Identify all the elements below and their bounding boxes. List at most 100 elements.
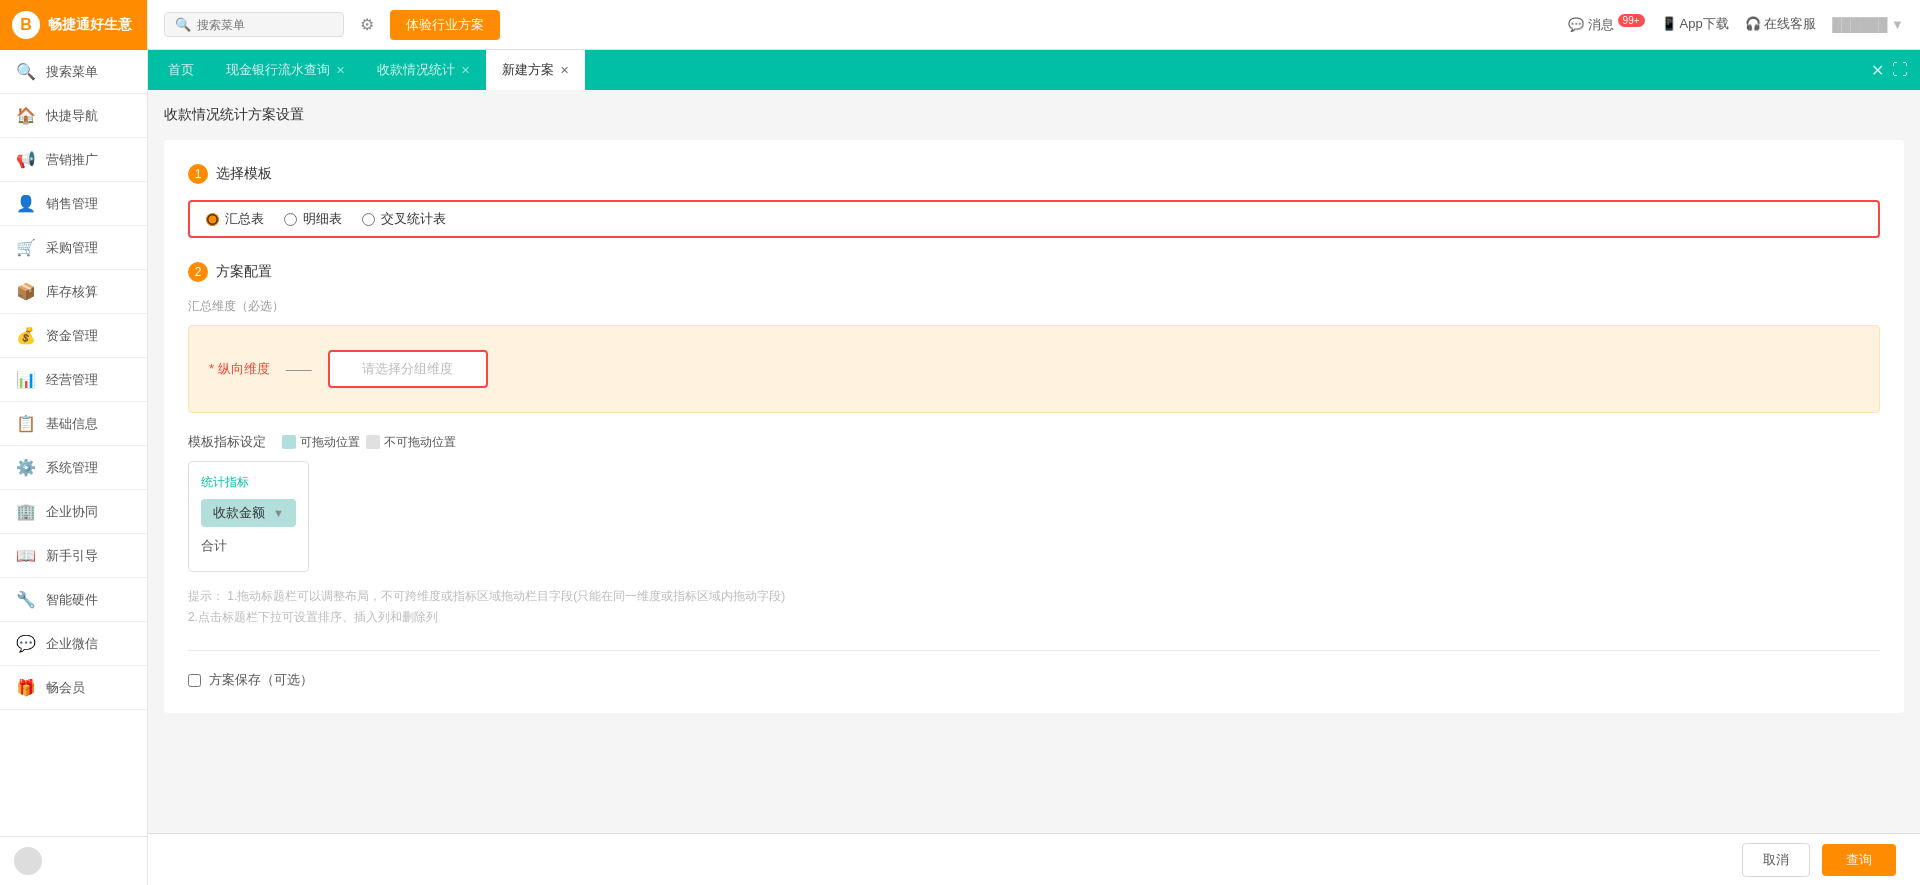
sidebar-item-finance[interactable]: 💰 资金管理 [0, 314, 147, 358]
sidebar-item-system[interactable]: ⚙️ 系统管理 [0, 446, 147, 490]
sidebar-item-label: 系统管理 [46, 459, 98, 477]
tab-close-all-icon[interactable]: ✕ [1871, 61, 1884, 80]
section-divider [188, 650, 1880, 651]
cancel-button[interactable]: 取消 [1742, 843, 1810, 877]
tabbar-controls: ✕ ⛶ [1871, 61, 1916, 80]
tab-home[interactable]: 首页 [152, 50, 210, 90]
sidebar-item-wechat[interactable]: 💬 企业微信 [0, 622, 147, 666]
content-area: 收款情况统计方案设置 1 选择模板 汇总表 [148, 90, 1920, 833]
sidebar-item-basic[interactable]: 📋 基础信息 [0, 402, 147, 446]
search-input[interactable] [197, 18, 317, 32]
radio-cross-input[interactable] [362, 213, 375, 226]
stats-tag-amount[interactable]: 收款金额 ▼ [201, 499, 296, 527]
tab-new-plan-close[interactable]: ✕ [560, 64, 569, 77]
stats-total: 合计 [201, 533, 296, 559]
stats-header: 统计指标 [201, 474, 296, 491]
radio-cross-label: 交叉统计表 [381, 210, 446, 228]
tab-new-plan-label: 新建方案 [502, 61, 554, 79]
tabbar: 首页 现金银行流水查询 ✕ 收款情况统计 ✕ 新建方案 ✕ ✕ ⛶ [148, 50, 1920, 90]
radio-summary-label: 汇总表 [225, 210, 264, 228]
member-icon: 🎁 [16, 678, 36, 697]
sidebar-item-label: 智能硬件 [46, 591, 98, 609]
sidebar-logo: B 畅捷通好生意 [0, 0, 147, 50]
logo-icon: B [12, 11, 40, 39]
finance-icon: 💰 [16, 326, 36, 345]
step2-title: 2 方案配置 [188, 262, 1880, 282]
marketing-icon: 📢 [16, 150, 36, 169]
save-option: 方案保存（可选） [188, 671, 1880, 689]
dimension-label-text: 汇总维度（必选） [188, 299, 284, 313]
draggable-legend-label: 可拖动位置 [300, 434, 360, 451]
sidebar-item-management[interactable]: 📊 经营管理 [0, 358, 147, 402]
radio-cross[interactable]: 交叉统计表 [362, 210, 446, 228]
search-box[interactable]: 🔍 [164, 12, 344, 37]
sidebar-item-label: 采购管理 [46, 239, 98, 257]
main-area: 🔍 ⚙ 体验行业方案 💬 消息 99+ 📱 App下载 🎧 在线客服 █████… [148, 0, 1920, 885]
step2-label: 方案配置 [216, 263, 272, 281]
user-info[interactable]: ██████ ▼ [1832, 17, 1904, 32]
inventory-icon: 📦 [16, 282, 36, 301]
dimension-label: 汇总维度（必选） [188, 298, 1880, 315]
tab-receipts[interactable]: 收款情况统计 ✕ [361, 50, 486, 90]
tab-cashflow[interactable]: 现金银行流水查询 ✕ [210, 50, 361, 90]
tab-receipts-label: 收款情况统计 [377, 61, 455, 79]
sidebar-item-label: 销售管理 [46, 195, 98, 213]
save-checkbox[interactable] [188, 674, 201, 687]
query-button[interactable]: 查询 [1822, 844, 1896, 876]
message-area[interactable]: 💬 消息 99+ [1568, 15, 1644, 34]
sidebar-item-search[interactable]: 🔍 搜索菜单 [0, 50, 147, 94]
sidebar-item-quicknav[interactable]: 🏠 快捷导航 [0, 94, 147, 138]
indicators-label-text: 模板指标设定 [188, 433, 266, 451]
tab-new-plan[interactable]: 新建方案 ✕ [486, 50, 585, 90]
settings-icon[interactable]: ⚙ [360, 15, 374, 34]
tab-expand-icon[interactable]: ⛶ [1892, 61, 1908, 79]
sidebar-item-label: 新手引导 [46, 547, 98, 565]
sidebar-item-purchase[interactable]: 🛒 采购管理 [0, 226, 147, 270]
tip2: 2.点击标题栏下拉可设置排序、插入列和删除列 [188, 609, 1880, 626]
sidebar-item-label: 企业协同 [46, 503, 98, 521]
template-options-box: 汇总表 明细表 交叉统计表 [188, 200, 1880, 238]
purchase-icon: 🛒 [16, 238, 36, 257]
sidebar-item-label: 库存核算 [46, 283, 98, 301]
step2-number: 2 [188, 262, 208, 282]
sidebar-item-sales[interactable]: 👤 销售管理 [0, 182, 147, 226]
sidebar-item-inventory[interactable]: 📦 库存核算 [0, 270, 147, 314]
service-label: 在线客服 [1764, 16, 1816, 31]
stats-box: 统计指标 收款金额 ▼ 合计 [188, 461, 309, 572]
basic-icon: 📋 [16, 414, 36, 433]
tab-receipts-close[interactable]: ✕ [461, 64, 470, 77]
tab-cashflow-close[interactable]: ✕ [336, 64, 345, 77]
footer: 取消 查询 [148, 833, 1920, 885]
sidebar-item-enterprise[interactable]: 🏢 企业协同 [0, 490, 147, 534]
home-icon: 🏠 [16, 106, 36, 125]
tip1: 提示： 1.拖动标题栏可以调整布局，不可跨维度或指标区域拖动栏目字段(只能在同一… [188, 588, 1880, 605]
main-card: 1 选择模板 汇总表 明细表 [164, 140, 1904, 713]
user-avatar [14, 847, 42, 875]
indicators-label: 模板指标设定 可拖动位置 不可拖动位置 [188, 433, 1880, 451]
sidebar-item-hardware[interactable]: 🔧 智能硬件 [0, 578, 147, 622]
enterprise-icon: 🏢 [16, 502, 36, 521]
row-dimension-label: * 纵向维度 [209, 360, 270, 378]
search-icon: 🔍 [16, 62, 36, 81]
radio-summary[interactable]: 汇总表 [206, 210, 264, 228]
stats-tag-label: 收款金额 [213, 504, 265, 522]
service-area[interactable]: 🎧 在线客服 [1745, 15, 1817, 33]
trial-button[interactable]: 体验行业方案 [390, 10, 500, 40]
dimension-select[interactable]: 请选择分组维度 [328, 350, 488, 388]
radio-summary-input[interactable] [206, 213, 219, 226]
step1-label: 选择模板 [216, 165, 272, 183]
radio-detail-label: 明细表 [303, 210, 342, 228]
sidebar-item-member[interactable]: 🎁 畅会员 [0, 666, 147, 710]
radio-detail-input[interactable] [284, 213, 297, 226]
dimension-arrow: —— [286, 362, 312, 377]
step2-section: 2 方案配置 汇总维度（必选） * 纵向维度 —— 请选择分组维度 [188, 262, 1880, 626]
sidebar-item-guide[interactable]: 📖 新手引导 [0, 534, 147, 578]
step1-section: 1 选择模板 汇总表 明细表 [188, 164, 1880, 238]
step1-number: 1 [188, 164, 208, 184]
sidebar-item-label: 营销推广 [46, 151, 98, 169]
sidebar-item-label: 畅会员 [46, 679, 85, 697]
sales-icon: 👤 [16, 194, 36, 213]
sidebar-item-marketing[interactable]: 📢 营销推广 [0, 138, 147, 182]
download-area[interactable]: 📱 App下载 [1661, 15, 1729, 33]
radio-detail[interactable]: 明细表 [284, 210, 342, 228]
